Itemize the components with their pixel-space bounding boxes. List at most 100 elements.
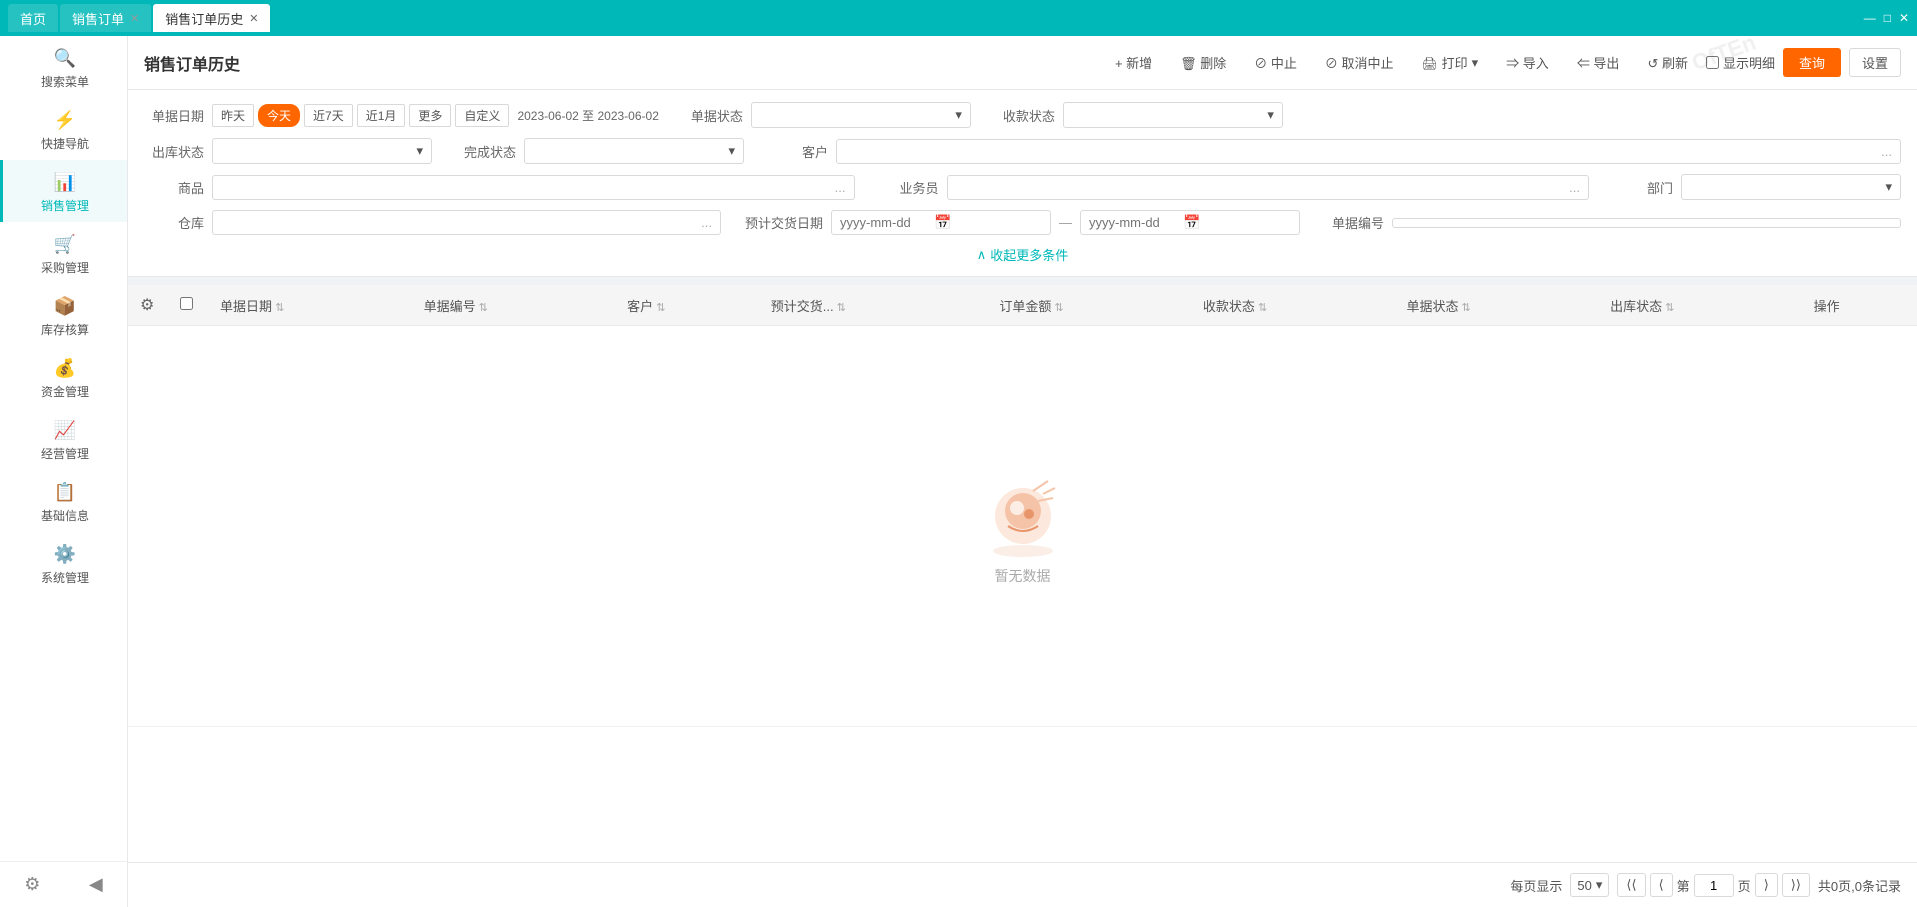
date-tag-more[interactable]: 更多 <box>409 104 451 127</box>
customer-dots[interactable]: ... <box>1881 144 1892 159</box>
salesperson-input[interactable]: ... <box>947 175 1590 200</box>
empty-state-row: 暂无数据 <box>128 326 1917 727</box>
goods-input[interactable]: ... <box>212 175 855 200</box>
display-detail-label: 显示明细 <box>1723 53 1775 72</box>
outbound-select[interactable]: ▾ <box>212 138 432 164</box>
sidebar-settings-icon[interactable]: ⚙ <box>24 874 40 895</box>
expected-date-from[interactable] <box>840 215 930 230</box>
new-button[interactable]: + 新增 <box>1105 49 1162 76</box>
col-settings-header: ⚙ <box>128 285 168 326</box>
page-input[interactable] <box>1694 874 1734 897</box>
tab-sales-order-close[interactable]: ✕ <box>130 12 139 25</box>
sidebar-item-purchase-mgmt[interactable]: 🛒 采购管理 <box>0 222 127 284</box>
sidebar-item-operations-mgmt[interactable]: 📈 经营管理 <box>0 408 127 470</box>
col-date-header[interactable]: 单据日期 <box>208 285 412 326</box>
department-select[interactable]: ▾ <box>1681 174 1901 200</box>
sidebar-item-search-menu[interactable]: 🔍 搜索菜单 <box>0 36 127 98</box>
maximize-btn[interactable]: □ <box>1884 11 1891 25</box>
col-customer-header[interactable]: 客户 <box>615 285 759 326</box>
filter-row-1: 单据日期 昨天 今天 近7天 近1月 更多 自定义 2023-06-02 至 2… <box>144 102 1901 128</box>
first-page-btn[interactable]: ⟨⟨ <box>1617 873 1645 897</box>
sidebar-item-inventory[interactable]: 📦 库存核算 <box>0 284 127 346</box>
settings-button[interactable]: 设置 <box>1849 48 1901 77</box>
sidebar-item-basic-info[interactable]: 📋 基础信息 <box>0 470 127 532</box>
tab-sales-order[interactable]: 销售订单 ✕ <box>60 4 151 32</box>
last-page-btn[interactable]: ⟩⟩ <box>1782 873 1810 897</box>
new-button-label: + 新增 <box>1115 53 1152 72</box>
goods-dots[interactable]: ... <box>835 180 846 195</box>
refresh-button-label: ↺ 刷新 <box>1647 53 1688 72</box>
outbound-arrow: ▾ <box>416 143 423 159</box>
calendar-to-icon[interactable]: 📅 <box>1183 214 1200 231</box>
warehouse-input[interactable]: ... <box>212 210 721 235</box>
query-button-label: 查询 <box>1799 56 1825 71</box>
stop-button[interactable]: ⊘ 中止 <box>1244 49 1307 76</box>
sidebar-collapse-icon[interactable]: ◀ <box>89 874 103 895</box>
sidebar: 🔍 搜索菜单 ⚡ 快捷导航 📊 销售管理 🛒 采购管理 📦 库存核算 💰 资金管… <box>0 36 128 907</box>
print-dropdown-icon[interactable]: ▾ <box>1472 55 1479 71</box>
toolbar: + 新增 🗑 删除 ⊘ 中止 ⊘ 取消中止 🖨 打印 ▾ ⇒ 导入 <box>1105 48 1901 89</box>
receipt-status-select[interactable]: ▾ <box>1063 102 1283 128</box>
status-select[interactable]: ▾ <box>751 102 971 128</box>
collapse-up-icon: ∧ <box>977 247 987 263</box>
basic-info-icon: 📋 <box>54 482 76 503</box>
date-tag-1month[interactable]: 近1月 <box>357 104 406 127</box>
page-label: 页 <box>1738 876 1751 895</box>
date-tag-custom[interactable]: 自定义 <box>455 104 509 127</box>
department-arrow: ▾ <box>1885 179 1892 195</box>
sidebar-item-sales-mgmt[interactable]: 📊 销售管理 <box>0 160 127 222</box>
table-settings-icon[interactable]: ⚙ <box>140 297 154 314</box>
page-size-select[interactable]: 50 ▾ <box>1570 873 1609 897</box>
sidebar-item-system-mgmt[interactable]: ⚙️ 系统管理 <box>0 532 127 594</box>
col-receipt-status-header[interactable]: 收款状态 <box>1191 285 1395 326</box>
sidebar-item-capital-mgmt[interactable]: 💰 资金管理 <box>0 346 127 408</box>
tab-home-label: 首页 <box>20 9 46 28</box>
col-amount-header[interactable]: 订单金额 <box>987 285 1191 326</box>
import-button[interactable]: ⇒ 导入 <box>1496 49 1559 76</box>
tab-sales-order-history-close[interactable]: ✕ <box>249 12 258 25</box>
query-button[interactable]: 查询 <box>1783 48 1841 77</box>
sidebar-item-inventory-label: 库存核算 <box>41 321 89 338</box>
select-all-checkbox[interactable] <box>180 297 193 310</box>
date-range-tags: 昨天 今天 近7天 近1月 更多 自定义 2023-06-02 至 2023-0… <box>212 104 659 127</box>
customer-label: 客户 <box>768 142 828 161</box>
warehouse-dots[interactable]: ... <box>701 215 712 230</box>
col-outbound-status-header[interactable]: 出库状态 <box>1598 285 1802 326</box>
receipt-status-arrow: ▾ <box>1267 107 1274 123</box>
status-select-arrow: ▾ <box>955 107 962 123</box>
date-tag-today[interactable]: 今天 <box>258 104 300 127</box>
date-tag-7days[interactable]: 近7天 <box>304 104 353 127</box>
purchase-mgmt-icon: 🛒 <box>54 234 76 255</box>
print-button-label: 🖨 打印 <box>1422 53 1468 72</box>
calendar-from-icon[interactable]: 📅 <box>934 214 951 231</box>
pagination-bar: 每页显示 50 ▾ ⟨⟨ ⟨ 第 页 ⟩ ⟩⟩ 共0页,0条记录 <box>128 862 1917 907</box>
minimize-btn[interactable]: — <box>1864 11 1876 25</box>
export-button[interactable]: ⇐ 导出 <box>1567 49 1630 76</box>
tab-sales-order-history[interactable]: 销售订单历史 ✕ <box>153 4 270 32</box>
collapse-button[interactable]: ∧ 收起更多条件 <box>977 245 1069 264</box>
filter-row-3: 商品 ... 业务员 ... 部门 ▾ <box>144 174 1901 200</box>
close-window-btn[interactable]: ✕ <box>1899 11 1909 25</box>
next-page-btn[interactable]: ⟩ <box>1755 873 1778 897</box>
stop-button-label: ⊘ 中止 <box>1254 53 1297 72</box>
expected-date-to[interactable] <box>1089 215 1179 230</box>
date-tag-yesterday[interactable]: 昨天 <box>212 104 254 127</box>
delete-button[interactable]: 🗑 删除 <box>1170 49 1236 76</box>
order-no-input[interactable] <box>1392 218 1901 228</box>
prev-page-btn[interactable]: ⟨ <box>1650 873 1673 897</box>
print-button[interactable]: 🖨 打印 ▾ <box>1412 49 1489 76</box>
tab-home[interactable]: 首页 <box>8 4 58 32</box>
cancel-stop-button[interactable]: ⊘ 取消中止 <box>1315 49 1404 76</box>
sidebar-item-quick-nav[interactable]: ⚡ 快捷导航 <box>0 98 127 160</box>
complete-select[interactable]: ▾ <box>524 138 744 164</box>
col-bill-status-header[interactable]: 单据状态 <box>1394 285 1598 326</box>
col-no-header[interactable]: 单据编号 <box>412 285 616 326</box>
display-detail-checkbox[interactable] <box>1706 56 1719 69</box>
refresh-button[interactable]: ↺ 刷新 <box>1637 49 1698 76</box>
salesperson-dots[interactable]: ... <box>1569 180 1580 195</box>
inventory-icon: 📦 <box>54 296 76 317</box>
col-expected-date-header[interactable]: 预计交货... <box>759 285 988 326</box>
top-bar: 首页 销售订单 ✕ 销售订单历史 ✕ — □ ✕ <box>0 0 1917 36</box>
customer-input[interactable]: ... <box>836 139 1901 164</box>
sidebar-bottom: ⚙ ◀ <box>0 861 127 907</box>
